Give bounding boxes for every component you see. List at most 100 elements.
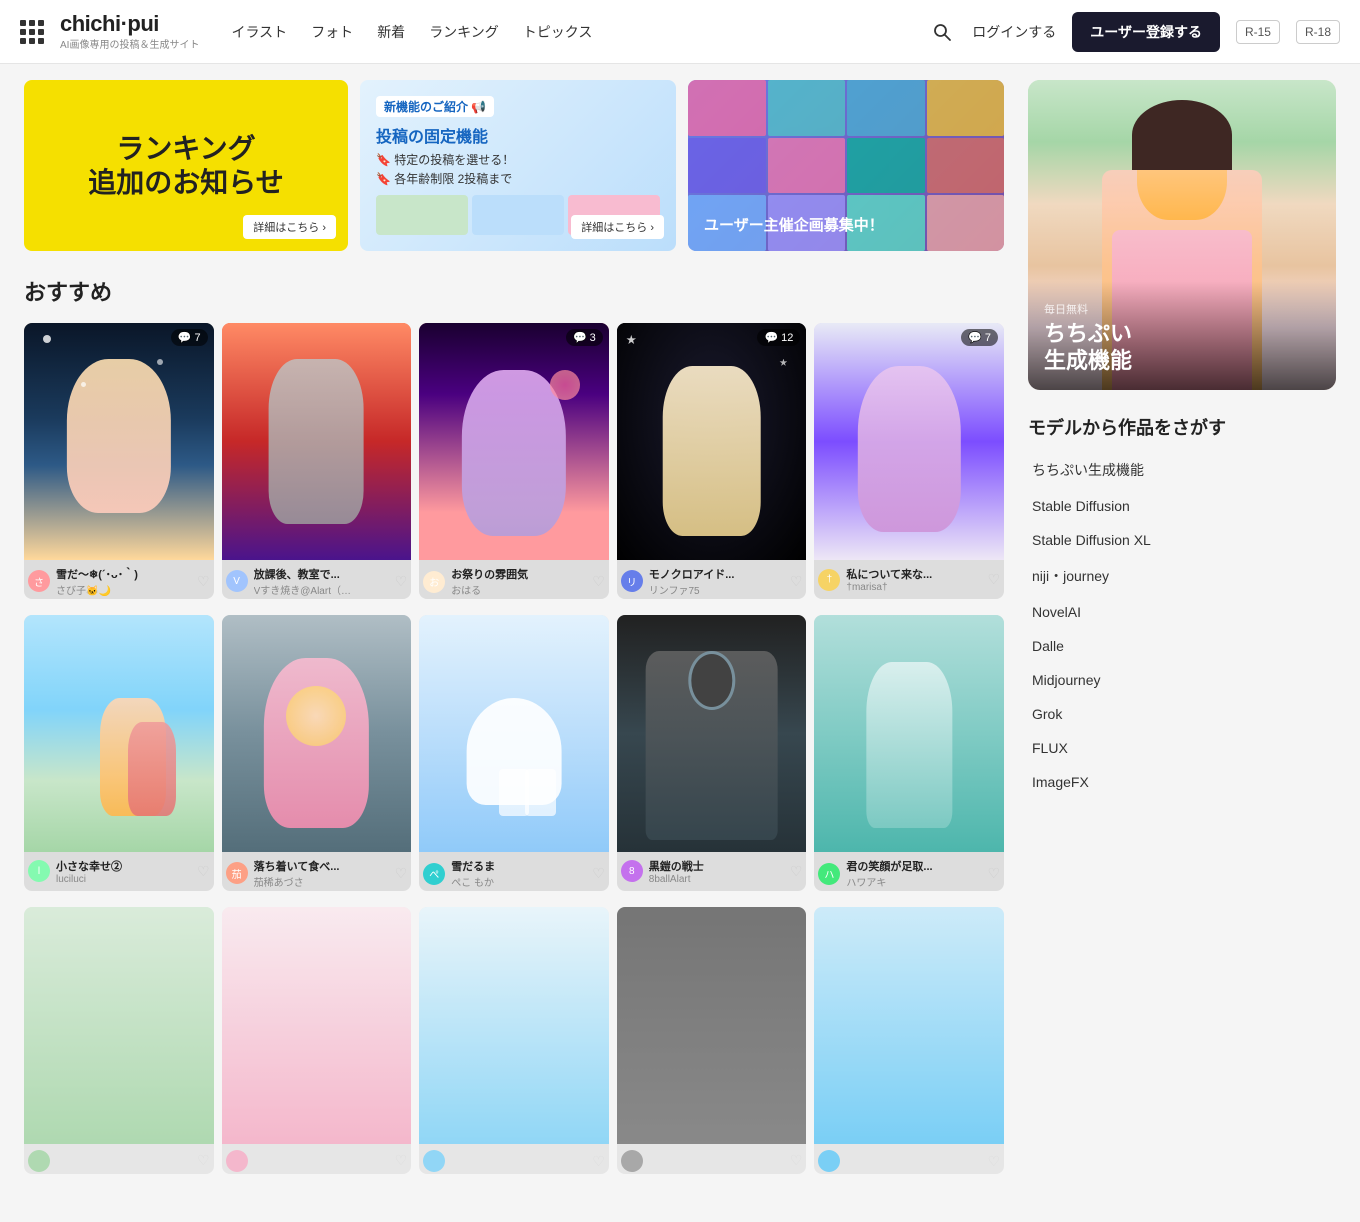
image-placeholder-10 — [814, 615, 1004, 852]
heart-button-9[interactable]: ♡ — [790, 863, 803, 880]
r15-badge[interactable]: R-15 — [1236, 20, 1280, 44]
heart-button-3[interactable]: ♡ — [592, 573, 605, 590]
model-item-midjourney[interactable]: Midjourney — [1028, 664, 1336, 696]
image-card-8[interactable]: ぺ 雪だるま ぺこ もか ♡ — [419, 615, 609, 891]
card-footer-5: † 私について来な... †marisa† ♡ — [814, 560, 1004, 595]
banner-feature[interactable]: 新機能のご紹介 📢 投稿の固定機能 🔖 特定の投稿を選せる！ 🔖 各年齢制限 2… — [360, 80, 676, 251]
heart-button-1[interactable]: ♡ — [197, 573, 210, 590]
card-user-6[interactable]: l 小さな幸せ② luciluci — [28, 858, 122, 885]
nav-photo[interactable]: フォト — [311, 22, 353, 42]
card-user-10[interactable]: ハ 君の笑顔が足取... ハワアキ — [818, 858, 932, 889]
grid-menu-icon[interactable] — [20, 20, 44, 44]
heart-button-8[interactable]: ♡ — [592, 865, 605, 882]
banner-ranking-title: ランキング追加のお知らせ — [88, 132, 283, 199]
model-item-sdxl[interactable]: Stable Diffusion XL — [1028, 524, 1336, 556]
heart-button-11[interactable]: ♡ — [197, 1152, 210, 1169]
banner-feature-detail-button[interactable]: 詳細はこちら › — [571, 215, 664, 239]
image-card-4[interactable]: 💬 12 リ モノクロアイド... リンファ75 ♡ — [617, 323, 807, 599]
card-user-12 — [226, 1150, 248, 1172]
card-info-4: モノクロアイド... リンファ75 — [649, 566, 735, 597]
model-item-grok[interactable]: Grok — [1028, 698, 1336, 730]
image-card-1[interactable]: 💬 7 さ 雪だ～❄(´･ᴗ･｀) さび子🐱🌙 ♡ — [24, 323, 214, 599]
card-footer-13: ♡ — [419, 1144, 609, 1174]
sidebar: 毎日無料 ちちぷい生成機能 モデルから作品をさがす ちちぷい生成機能 Stabl… — [1020, 64, 1360, 1222]
image-placeholder-1 — [24, 323, 214, 560]
heart-button-14[interactable]: ♡ — [790, 1152, 803, 1169]
image-card-2[interactable]: V 放課後、教室で... Vすき焼き@Alart（Al... ♡ — [222, 323, 412, 599]
chat-icon-1: 💬 — [178, 331, 192, 344]
nav-ranking[interactable]: ランキング — [429, 22, 499, 42]
card-user-4[interactable]: リ モノクロアイド... リンファ75 — [621, 566, 735, 597]
image-card-6[interactable]: l 小さな幸せ② luciluci ♡ — [24, 615, 214, 891]
card-user-1[interactable]: さ 雪だ～❄(´･ᴗ･｀) さび子🐱🌙 — [28, 566, 138, 597]
nav-illust[interactable]: イラスト — [231, 22, 287, 42]
model-item-imagefx[interactable]: ImageFX — [1028, 766, 1336, 798]
image-card-7[interactable]: 茄 落ち着いて食べ... 茄稀あづさ ♡ — [222, 615, 412, 891]
model-item-novelai[interactable]: NovelAI — [1028, 596, 1336, 628]
heart-button-6[interactable]: ♡ — [197, 863, 210, 880]
image-card-9[interactable]: 8 黒鎧の戦士 8ballAlart ♡ — [617, 615, 807, 891]
image-card-12[interactable]: ♡ — [222, 907, 412, 1174]
heart-button-5[interactable]: ♡ — [987, 571, 1000, 588]
comment-badge-1: 💬 7 — [171, 329, 208, 346]
card-user-7[interactable]: 茄 落ち着いて食べ... 茄稀あづさ — [226, 858, 340, 889]
sidebar-ad[interactable]: 毎日無料 ちちぷい生成機能 — [1028, 80, 1336, 390]
heart-button-4[interactable]: ♡ — [790, 573, 803, 590]
card-title-3: お祭りの雰囲気 — [451, 566, 528, 582]
logo-sub: AI画像専用の投稿＆生成サイト — [60, 36, 199, 51]
r18-badge[interactable]: R-18 — [1296, 20, 1340, 44]
login-button[interactable]: ログインする — [972, 22, 1056, 42]
image-placeholder-8 — [419, 615, 609, 852]
bc-thumb-6 — [768, 138, 846, 194]
image-card-11[interactable]: ♡ — [24, 907, 214, 1174]
image-placeholder-12 — [222, 907, 412, 1144]
card-user-5[interactable]: † 私について来な... †marisa† — [818, 566, 932, 593]
model-item-sd[interactable]: Stable Diffusion — [1028, 490, 1336, 522]
nav-topics[interactable]: トピックス — [523, 22, 593, 42]
card-user-3[interactable]: お お祭りの雰囲気 おはる — [423, 566, 528, 597]
card-footer-2: V 放課後、教室で... Vすき焼き@Alart（Al... ♡ — [222, 560, 412, 599]
nav-new[interactable]: 新着 — [377, 22, 405, 42]
image-card-3[interactable]: 💬 3 お お祭りの雰囲気 おはる ♡ — [419, 323, 609, 599]
card-footer-9: 8 黒鎧の戦士 8ballAlart ♡ — [617, 852, 807, 887]
banner-feature-item2: 🔖 各年齢制限 2投稿まで — [376, 170, 660, 187]
card-info-6: 小さな幸せ② luciluci — [56, 858, 122, 885]
register-button[interactable]: ユーザー登録する — [1072, 12, 1220, 52]
card-title-9: 黒鎧の戦士 — [649, 858, 704, 874]
heart-button-12[interactable]: ♡ — [395, 1152, 408, 1169]
comment-count-1: 7 — [194, 332, 200, 344]
model-item-flux[interactable]: FLUX — [1028, 732, 1336, 764]
feature-thumb-1 — [376, 195, 468, 235]
image-placeholder-13 — [419, 907, 609, 1144]
search-button[interactable] — [928, 18, 956, 46]
card-user-8[interactable]: ぺ 雪だるま ぺこ もか — [423, 858, 495, 889]
model-list: ちちぷい生成機能 Stable Diffusion Stable Diffusi… — [1028, 452, 1336, 798]
model-item-chichi[interactable]: ちちぷい生成機能 — [1028, 452, 1336, 488]
model-item-niji[interactable]: niji・journey — [1028, 558, 1336, 594]
banner-ranking-detail-button[interactable]: 詳細はこちら › — [243, 215, 336, 239]
heart-button-10[interactable]: ♡ — [987, 865, 1000, 882]
heart-button-15[interactable]: ♡ — [987, 1153, 1000, 1170]
bc-thumb-7 — [847, 138, 925, 194]
heart-button-13[interactable]: ♡ — [592, 1153, 605, 1170]
card-user-9[interactable]: 8 黒鎧の戦士 8ballAlart — [621, 858, 704, 885]
chat-icon-3: 💬 — [573, 331, 587, 344]
image-card-5[interactable]: 💬 7 † 私について来な... †marisa† ♡ — [814, 323, 1004, 599]
logo[interactable]: chichi·pui AI画像専用の投稿＆生成サイト — [60, 12, 199, 51]
banner-community[interactable]: ユーザー主催企画募集中！ — [688, 80, 1004, 251]
card-user-2[interactable]: V 放課後、教室で... Vすき焼き@Alart（Al... — [226, 566, 354, 597]
image-placeholder-7 — [222, 615, 412, 852]
image-card-14[interactable]: ♡ — [617, 907, 807, 1174]
banner-ranking[interactable]: ランキング追加のお知らせ 詳細はこちら › — [24, 80, 348, 251]
image-card-10[interactable]: ハ 君の笑顔が足取... ハワアキ ♡ — [814, 615, 1004, 891]
card-username-8: ぺこ もか — [451, 874, 495, 889]
image-card-13[interactable]: ♡ — [419, 907, 609, 1174]
heart-button-7[interactable]: ♡ — [395, 865, 408, 882]
card-user-14 — [621, 1150, 643, 1172]
model-item-dalle[interactable]: Dalle — [1028, 630, 1336, 662]
bc-thumb-2 — [768, 80, 846, 136]
comment-badge-5: 💬 7 — [961, 329, 998, 346]
image-card-15[interactable]: ♡ — [814, 907, 1004, 1174]
image-placeholder-14 — [617, 907, 807, 1144]
heart-button-2[interactable]: ♡ — [395, 573, 408, 590]
